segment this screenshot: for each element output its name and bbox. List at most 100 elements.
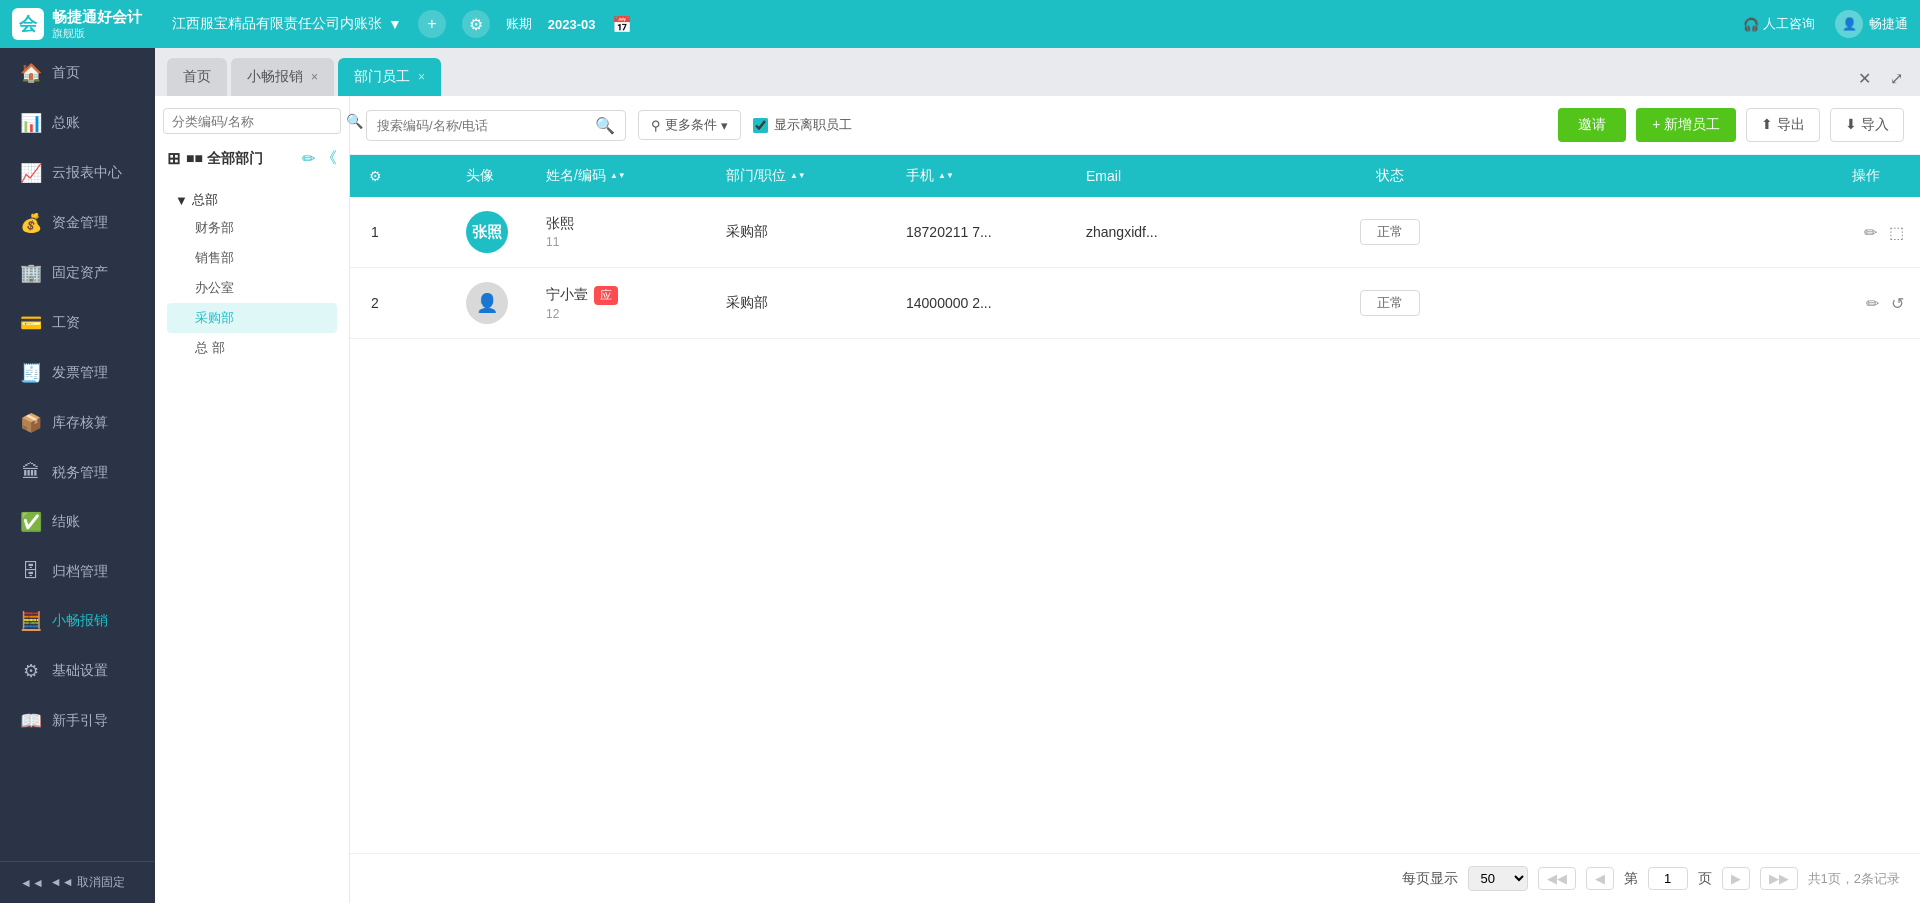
sidebar-item-expense[interactable]: 🧮 小畅报销: [0, 596, 155, 646]
sidebar-item-ledger[interactable]: 📊 总账: [0, 98, 155, 148]
col-settings[interactable]: ⚙: [350, 155, 400, 197]
dept-header: ⊞ ■■ 全部部门 ✏ 《: [163, 142, 341, 175]
settings-icon: ⚙: [20, 660, 42, 682]
name-code-2: 宁小壹 应 12: [546, 286, 694, 321]
filter-button[interactable]: ⚲ 更多条件 ▾: [638, 110, 741, 140]
sidebar-item-label: 资金管理: [52, 214, 108, 232]
sidebar-item-closing[interactable]: ✅ 结账: [0, 497, 155, 547]
sidebar-item-assets[interactable]: 🏢 固定资产: [0, 248, 155, 298]
employee-search-box[interactable]: 🔍: [366, 110, 626, 141]
col-phone[interactable]: 手机 ▲▼: [890, 155, 1070, 197]
cell-avatar-2: 👤: [450, 268, 530, 339]
dept-root-arrow: ▼: [175, 193, 188, 208]
sidebar-item-home[interactable]: 🏠 首页: [0, 48, 155, 98]
next-page-button[interactable]: ▶: [1722, 867, 1750, 890]
sidebar-item-salary[interactable]: 💳 工资: [0, 298, 155, 348]
cell-phone-1: 18720211 7...: [890, 197, 1070, 268]
page-size-select[interactable]: 50 100 200: [1468, 866, 1528, 891]
pin-sidebar-button[interactable]: ◄◄ ◄◄ 取消固定: [0, 861, 155, 903]
dept-search-box[interactable]: 🔍: [163, 108, 341, 134]
edit-icon-2[interactable]: ✏: [1866, 294, 1879, 313]
cell-actions-1: ✏ ⬚: [1490, 197, 1920, 268]
last-page-button[interactable]: ▶▶: [1760, 867, 1798, 890]
dept-item-office[interactable]: 办公室: [167, 273, 337, 303]
tab-home[interactable]: 首页: [167, 58, 227, 96]
add-employee-button[interactable]: + 新增员工: [1636, 108, 1736, 142]
dept-item-purchase[interactable]: 采购部: [167, 303, 337, 333]
invoice-icon: 🧾: [20, 362, 42, 384]
export-button[interactable]: ⬆ 导出: [1746, 108, 1820, 142]
sidebar-item-settings[interactable]: ⚙ 基础设置: [0, 646, 155, 696]
dept-edit-icon[interactable]: ✏: [302, 149, 315, 168]
dept-collapse-icon[interactable]: 《: [321, 148, 337, 169]
dept-item-sales[interactable]: 销售部: [167, 243, 337, 273]
cell-actions-2: ✏ ↺: [1490, 268, 1920, 339]
expand-tab-action[interactable]: ⤢: [1884, 66, 1908, 90]
col-name[interactable]: 姓名/编码 ▲▼: [530, 155, 710, 197]
sidebar-item-label: 总账: [52, 114, 80, 132]
col-status-label: 状态: [1376, 167, 1404, 183]
col-dept[interactable]: 部门/职位 ▲▼: [710, 155, 890, 197]
invite-button[interactable]: 邀请: [1558, 108, 1626, 142]
total-info: 共1页，2条记录: [1808, 870, 1900, 888]
page-input[interactable]: [1648, 867, 1688, 890]
logout-icon-1[interactable]: ⬚: [1889, 223, 1904, 242]
cell-name-1: 张熙 11: [530, 197, 710, 268]
user-area[interactable]: 👤 畅捷通: [1835, 10, 1908, 38]
add-company-button[interactable]: +: [418, 10, 446, 38]
show-resigned-checkbox[interactable]: [753, 118, 768, 133]
tax-icon: 🏛: [20, 462, 42, 483]
sidebar-item-reports[interactable]: 📈 云报表中心: [0, 148, 155, 198]
sidebar-item-funds[interactable]: 💰 资金管理: [0, 198, 155, 248]
tab-dept-close[interactable]: ×: [418, 70, 425, 84]
close-tab-action[interactable]: ✕: [1852, 66, 1876, 90]
dept-item-general[interactable]: 总 部: [167, 333, 337, 363]
sidebar-item-guide[interactable]: 📖 新手引导: [0, 696, 155, 746]
user-name: 畅捷通: [1869, 15, 1908, 33]
sidebar-item-archive[interactable]: 🗄 归档管理: [0, 547, 155, 596]
col-dept-label: 部门/职位: [726, 167, 786, 185]
show-resigned-label[interactable]: 显示离职员工: [753, 116, 852, 134]
sidebar-item-inventory[interactable]: 📦 库存核算: [0, 398, 155, 448]
dept-tree: ▼ 总部 财务部 销售部 办公室 采购部: [163, 183, 341, 367]
toolbar: 🔍 ⚲ 更多条件 ▾ 显示离职员工 邀请 + 新增员工 ⬆ 导出: [350, 96, 1920, 155]
avatar: 👤: [1835, 10, 1863, 38]
company-selector[interactable]: 江西服宝精品有限责任公司内账张 ▼: [172, 15, 402, 33]
logo-area: 会 畅捷通好会计 旗舰版: [12, 8, 162, 41]
filter-icon: ⚲: [651, 118, 661, 133]
first-page-button[interactable]: ◀◀: [1538, 867, 1576, 890]
all-dept-label[interactable]: ⊞ ■■ 全部部门: [167, 149, 263, 168]
sidebar-item-tax[interactable]: 🏛 税务管理: [0, 448, 155, 497]
dept-search-input[interactable]: [172, 114, 340, 129]
page-content: 🔍 ⊞ ■■ 全部部门 ✏ 《 ▼ 总部: [155, 96, 1920, 903]
dept-group-root[interactable]: ▼ 总部: [167, 187, 337, 213]
service-label: 人工咨询: [1763, 15, 1815, 33]
archive-icon: 🗄: [20, 561, 42, 582]
filter-label: 更多条件: [665, 116, 717, 134]
employee-search-input[interactable]: [377, 118, 589, 133]
prev-page-button[interactable]: ◀: [1586, 867, 1614, 890]
cell-status-1: 正常: [1290, 197, 1490, 268]
all-dept-text: ■■ 全部部门: [186, 150, 263, 168]
name-code-1: 张熙 11: [546, 215, 694, 249]
tab-expense[interactable]: 小畅报销 ×: [231, 58, 334, 96]
cell-name-2: 宁小壹 应 12: [530, 268, 710, 339]
employee-name-1: 张熙: [546, 215, 574, 233]
funds-icon: 💰: [20, 212, 42, 234]
calendar-icon[interactable]: 📅: [612, 15, 632, 34]
cell-status-2: 正常: [1290, 268, 1490, 339]
expense-icon: 🧮: [20, 610, 42, 632]
cell-email-1: zhangxidf...: [1070, 197, 1290, 268]
edit-icon-1[interactable]: ✏: [1864, 223, 1877, 242]
sidebar-item-invoice[interactable]: 🧾 发票管理: [0, 348, 155, 398]
tab-dept[interactable]: 部门员工 ×: [338, 58, 441, 96]
sidebar-item-label: 云报表中心: [52, 164, 122, 182]
delete-icon-2[interactable]: ↺: [1891, 294, 1904, 313]
col-name-label: 姓名/编码: [546, 167, 606, 185]
service-button[interactable]: 🎧 人工咨询: [1743, 15, 1815, 33]
dept-item-finance[interactable]: 财务部: [167, 213, 337, 243]
reports-icon: 📈: [20, 162, 42, 184]
tab-expense-close[interactable]: ×: [311, 70, 318, 84]
import-button[interactable]: ⬇ 导入: [1830, 108, 1904, 142]
settings-button[interactable]: ⚙: [462, 10, 490, 38]
